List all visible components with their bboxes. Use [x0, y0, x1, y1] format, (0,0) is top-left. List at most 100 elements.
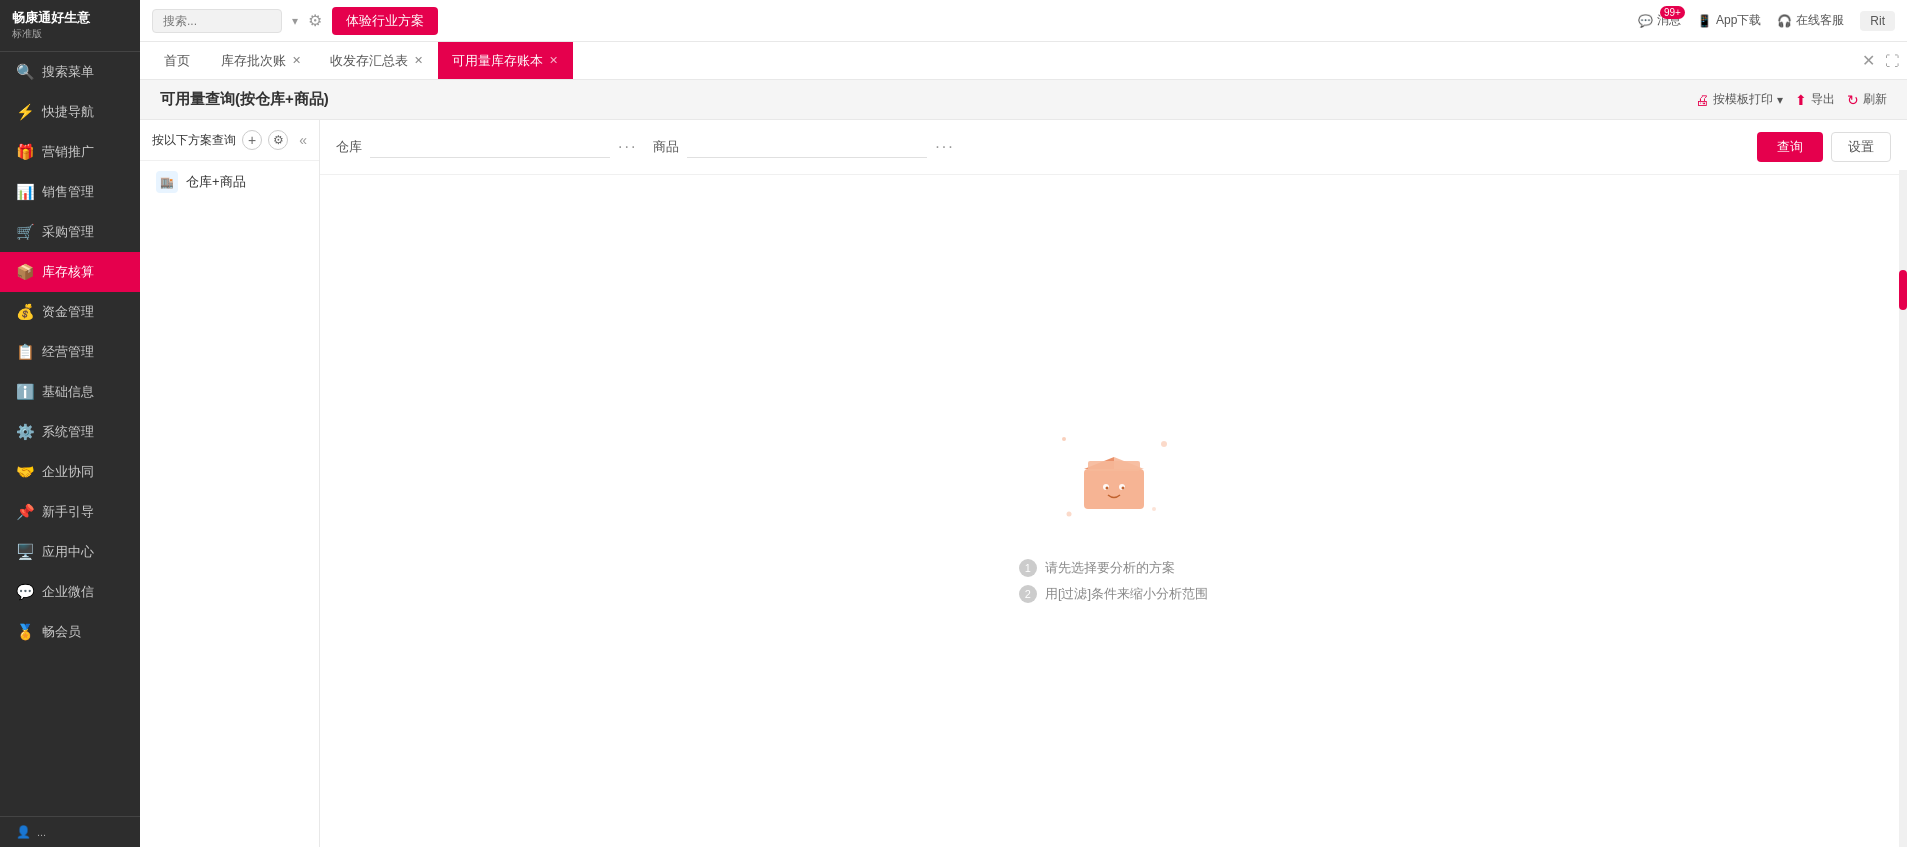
warehouse-label: 仓库 [336, 138, 362, 156]
app-download-button[interactable]: 📱 App下载 [1697, 12, 1761, 29]
sidebar-item-search[interactable]: 🔍 搜索菜单 [0, 52, 140, 92]
system-icon: ⚙️ [16, 423, 34, 441]
sidebar-item-marketing[interactable]: 🎁 营销推广 [0, 132, 140, 172]
print-label: 按模板打印 [1713, 91, 1773, 108]
sidebar-item-label: 系统管理 [42, 423, 94, 441]
tab-summary-close-icon[interactable]: ✕ [414, 54, 423, 67]
svg-point-8 [1062, 437, 1066, 441]
scheme-settings-button[interactable]: ⚙ [268, 130, 288, 150]
sidebar-item-label: 新手引导 [42, 503, 94, 521]
sidebar-item-newbie[interactable]: 📌 新手引导 [0, 492, 140, 532]
sidebar-item-inventory[interactable]: 📦 库存核算 [0, 252, 140, 292]
tab-batch-close-icon[interactable]: ✕ [292, 54, 301, 67]
sidebar-item-purchase[interactable]: 🛒 采购管理 [0, 212, 140, 252]
print-chevron-icon: ▾ [1777, 93, 1783, 107]
app-icon: 📱 [1697, 14, 1712, 28]
brand-name: 畅康通好生意 [12, 10, 128, 27]
sidebar-item-wxwork[interactable]: 💬 企业微信 [0, 572, 140, 612]
right-scrollbar[interactable] [1899, 170, 1907, 847]
sidebar-item-quicknav[interactable]: ⚡ 快捷导航 [0, 92, 140, 132]
sales-icon: 📊 [16, 183, 34, 201]
goods-input[interactable] [687, 136, 927, 158]
query-settings-button[interactable]: 设置 [1831, 132, 1891, 162]
sidebar-item-label: 经营管理 [42, 343, 94, 361]
sidebar-bottom: 👤 ... [0, 816, 140, 847]
sidebar-item-label: 企业协同 [42, 463, 94, 481]
collapse-panel-button[interactable]: « [299, 132, 307, 148]
sidebar-item-label: 企业微信 [42, 583, 94, 601]
sidebar-item-finance[interactable]: 💰 资金管理 [0, 292, 140, 332]
sidebar-item-label: 搜索菜单 [42, 63, 94, 81]
tab-home[interactable]: 首页 [148, 42, 207, 79]
sidebar-item-label: 基础信息 [42, 383, 94, 401]
member-icon: 🏅 [16, 623, 34, 641]
sidebar-item-label: 应用中心 [42, 543, 94, 561]
query-button[interactable]: 查询 [1757, 132, 1823, 162]
appcenter-icon: 🖥️ [16, 543, 34, 561]
search-icon: 🔍 [16, 63, 34, 81]
tab-available-close-icon[interactable]: ✕ [549, 54, 558, 67]
goods-label: 商品 [653, 138, 679, 156]
svg-point-11 [1066, 512, 1071, 517]
inventory-icon: 📦 [16, 263, 34, 281]
refresh-label: 刷新 [1863, 91, 1887, 108]
refresh-icon: ↻ [1847, 92, 1859, 108]
sidebar-item-appcenter[interactable]: 🖥️ 应用中心 [0, 532, 140, 572]
tab-available[interactable]: 可用量库存账本 ✕ [438, 42, 573, 79]
message-button[interactable]: 💬 消息 99+ [1638, 12, 1681, 29]
query-actions: 查询 设置 [1757, 132, 1891, 162]
scheme-item-warehouse-goods[interactable]: 🏬 仓库+商品 [140, 161, 319, 203]
empty-sparkles [1054, 419, 1174, 539]
print-button[interactable]: 🖨 按模板打印 ▾ [1695, 91, 1783, 108]
tabbar-actions: ✕ ⛶ [1856, 42, 1907, 79]
topbar-search-input[interactable] [152, 9, 282, 33]
empty-hint-2: 2 用[过滤]条件来缩小分析范围 [1019, 585, 1208, 603]
sidebar-item-label: 资金管理 [42, 303, 94, 321]
warehouse-input[interactable] [370, 136, 610, 158]
sidebar-header: 畅康通好生意 标准版 [0, 0, 140, 52]
sidebar-item-system[interactable]: ⚙️ 系统管理 [0, 412, 140, 452]
refresh-button[interactable]: ↻ 刷新 [1847, 91, 1887, 108]
sidebar-scroll: 🔍 搜索菜单 ⚡ 快捷导航 🎁 营销推广 📊 销售管理 🛒 采购管理 📦 库存核… [0, 52, 140, 816]
industry-button[interactable]: 体验行业方案 [332, 7, 438, 35]
sidebar-item-business[interactable]: 📋 经营管理 [0, 332, 140, 372]
query-bar: 仓库 ··· 商品 ··· 查询 设置 [320, 120, 1907, 175]
hint-num-2: 2 [1019, 585, 1037, 603]
svg-point-10 [1152, 507, 1156, 511]
tab-summary[interactable]: 收发存汇总表 ✕ [316, 42, 438, 79]
topbar: ▾ ⚙ 体验行业方案 💬 消息 99+ 📱 App下载 🎧 在线客服 Rit [140, 0, 1907, 42]
purchase-icon: 🛒 [16, 223, 34, 241]
sidebar-item-label: 快捷导航 [42, 103, 94, 121]
sidebar-item-basicinfo[interactable]: ℹ️ 基础信息 [0, 372, 140, 412]
content: 按以下方案查询 + ⚙ « 🏬 仓库+商品 仓库 ··· 商品 [140, 120, 1907, 847]
sidebar-item-label: 采购管理 [42, 223, 94, 241]
tab-batch-label: 库存批次账 [221, 52, 286, 70]
sidebar-item-sales[interactable]: 📊 销售管理 [0, 172, 140, 212]
sidebar-item-label: 库存核算 [42, 263, 94, 281]
right-scrollbar-thumb [1899, 270, 1907, 310]
finance-icon: 💰 [16, 303, 34, 321]
newbie-icon: 📌 [16, 503, 34, 521]
app-label: App下载 [1716, 12, 1761, 29]
page-actions: 🖨 按模板打印 ▾ ⬆ 导出 ↻ 刷新 [1695, 91, 1887, 108]
tabbar-close-button[interactable]: ✕ [1856, 51, 1881, 70]
scheme-warehouse-icon: 🏬 [156, 171, 178, 193]
topbar-gear-icon[interactable]: ⚙ [308, 11, 322, 30]
tab-batch[interactable]: 库存批次账 ✕ [207, 42, 316, 79]
brand-sub: 标准版 [12, 27, 128, 41]
export-button[interactable]: ⬆ 导出 [1795, 91, 1835, 108]
tab-summary-label: 收发存汇总表 [330, 52, 408, 70]
sidebar-bottom-label: ... [37, 826, 46, 838]
topbar-chevron-icon[interactable]: ▾ [292, 14, 298, 28]
tabbar: 首页 库存批次账 ✕ 收发存汇总表 ✕ 可用量库存账本 ✕ ✕ ⛶ [140, 42, 1907, 80]
sidebar-item-member[interactable]: 🏅 畅会员 [0, 612, 140, 652]
add-scheme-button[interactable]: + [242, 130, 262, 150]
tabbar-expand-button[interactable]: ⛶ [1885, 53, 1899, 69]
online-service-button[interactable]: 🎧 在线客服 [1777, 12, 1844, 29]
user-button[interactable]: Rit [1860, 11, 1895, 31]
export-label: 导出 [1811, 91, 1835, 108]
warehouse-more-icon[interactable]: ··· [618, 138, 637, 156]
empty-hints: 1 请先选择要分析的方案 2 用[过滤]条件来缩小分析范围 [1019, 559, 1208, 603]
goods-more-icon[interactable]: ··· [935, 138, 954, 156]
sidebar-item-enterprise[interactable]: 🤝 企业协同 [0, 452, 140, 492]
